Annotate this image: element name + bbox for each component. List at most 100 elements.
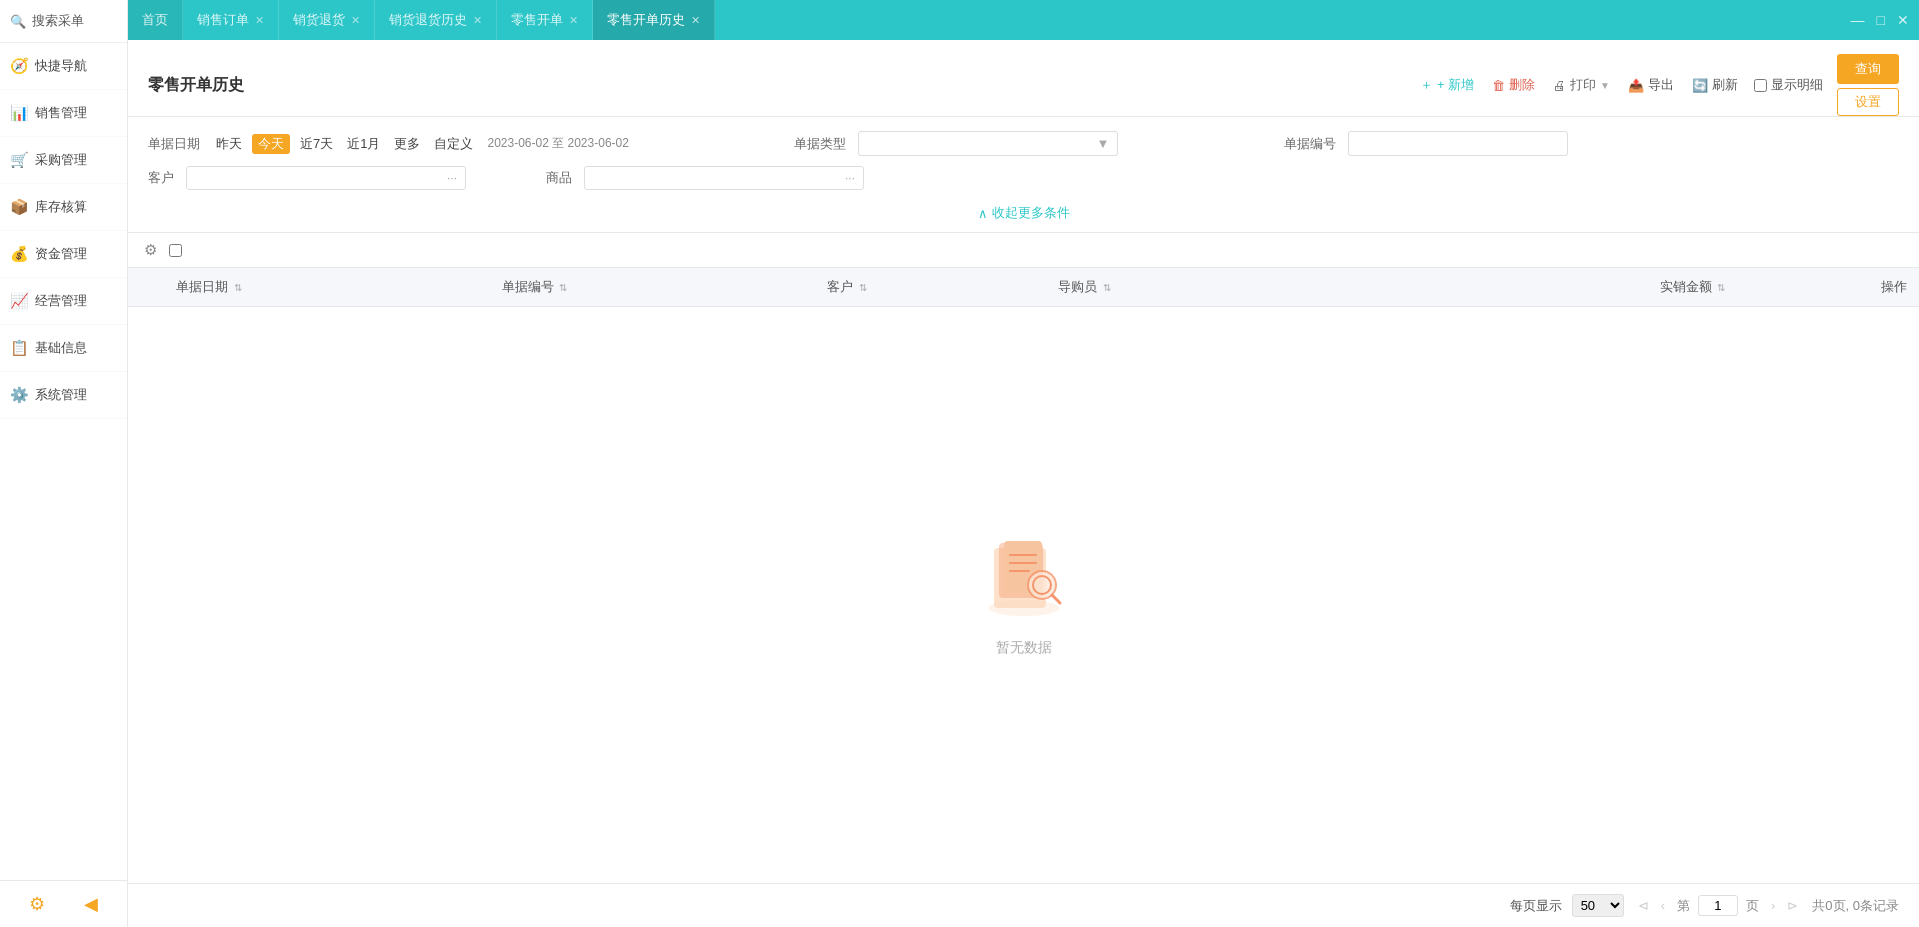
tab-retail-open[interactable]: 零售开单 ✕ <box>497 0 593 40</box>
table-header-row: 单据日期 ⇅ 单据编号 ⇅ 客户 ⇅ 导购员 ⇅ <box>128 268 1919 307</box>
delete-icon: 🗑 <box>1492 78 1505 93</box>
collapse-button[interactable]: ∧ 收起更多条件 <box>978 204 1070 222</box>
sidebar-item-sales-mgmt[interactable]: 📊 销售管理 <box>0 90 127 137</box>
top-nav: 首页 销售订单 ✕ 销货退货 ✕ 销货退货历史 ✕ 零售开单 ✕ 零售开单历史 … <box>128 0 1919 40</box>
refresh-icon: 🔄 <box>1692 78 1708 93</box>
page-last[interactable]: ⊳ <box>1783 896 1802 915</box>
add-button[interactable]: ＋ + 新增 <box>1418 72 1476 98</box>
delete-button[interactable]: 🗑 删除 <box>1490 72 1537 98</box>
basic-info-icon: 📋 <box>10 339 29 357</box>
window-controls: — □ ✕ <box>1851 12 1919 28</box>
product-select[interactable]: ··· <box>584 166 864 190</box>
customer-select[interactable]: ··· <box>186 166 466 190</box>
sidebar-search[interactable]: 🔍 搜索采单 <box>0 0 127 43</box>
setting-button[interactable]: 设置 <box>1837 88 1899 116</box>
col-no: 单据编号 ⇅ <box>490 268 816 307</box>
date-opt-yesterday[interactable]: 昨天 <box>212 134 246 154</box>
page-label-post: 页 <box>1742 895 1763 917</box>
sidebar-item-finance[interactable]: 💰 资金管理 <box>0 231 127 278</box>
col-salesperson: 导购员 ⇅ <box>1046 268 1324 307</box>
date-opt-today[interactable]: 今天 <box>252 134 290 154</box>
page-next[interactable]: › <box>1767 896 1779 915</box>
sidebar-label-inventory: 库存核算 <box>35 198 87 216</box>
delete-label: 删除 <box>1509 76 1535 94</box>
customer-ellipsis: ··· <box>447 171 457 185</box>
print-button[interactable]: 🖨 打印 ▼ <box>1551 72 1612 98</box>
sidebar-item-operations[interactable]: 📈 经营管理 <box>0 278 127 325</box>
date-opt-more[interactable]: 更多 <box>390 134 424 154</box>
data-table: 单据日期 ⇅ 单据编号 ⇅ 客户 ⇅ 导购员 ⇅ <box>128 268 1919 307</box>
export-button[interactable]: 📤 导出 <box>1626 72 1676 98</box>
add-label: + 新增 <box>1437 76 1474 94</box>
window-minimize[interactable]: — <box>1851 12 1865 28</box>
window-maximize[interactable]: □ <box>1877 12 1885 28</box>
sidebar-item-inventory[interactable]: 📦 库存核算 <box>0 184 127 231</box>
settings-gear-icon[interactable]: ⚙ <box>29 893 45 915</box>
page-prev[interactable]: ‹ <box>1657 896 1669 915</box>
page-label-pre: 第 <box>1673 895 1694 917</box>
sidebar-item-sys-mgmt[interactable]: ⚙️ 系统管理 <box>0 372 127 419</box>
sidebar-search-label: 搜索采单 <box>32 12 84 30</box>
col-no-sort[interactable]: ⇅ <box>559 282 567 293</box>
total-text: 共0页, 0条记录 <box>1812 897 1899 915</box>
col-salesperson-sort[interactable]: ⇅ <box>1103 282 1111 293</box>
tab-sales-return-label: 销货退货 <box>293 11 345 29</box>
bill-no-input[interactable] <box>1348 131 1568 156</box>
page-input[interactable] <box>1698 895 1738 916</box>
sidebar-item-quick-nav[interactable]: 🧭 快捷导航 <box>0 43 127 90</box>
date-range: 2023-06-02 至 2023-06-02 <box>487 135 628 152</box>
add-icon: ＋ <box>1420 76 1433 94</box>
show-detail-label: 显示明细 <box>1771 76 1823 94</box>
page-first[interactable]: ⊲ <box>1634 896 1653 915</box>
tab-sales-order[interactable]: 销售订单 ✕ <box>183 0 279 40</box>
inventory-icon: 📦 <box>10 198 29 216</box>
tab-retail-open-history[interactable]: 零售开单历史 ✕ <box>593 0 715 40</box>
refresh-button[interactable]: 🔄 刷新 <box>1690 72 1740 98</box>
show-detail-input[interactable] <box>1754 79 1767 92</box>
date-opt-last1month[interactable]: 近1月 <box>343 134 384 154</box>
tab-retail-open-history-close[interactable]: ✕ <box>691 14 700 27</box>
tab-home[interactable]: 首页 <box>128 0 183 40</box>
tab-sales-return[interactable]: 销货退货 ✕ <box>279 0 375 40</box>
table-area: ⚙ 单据日期 ⇅ 单据编号 ⇅ <box>128 233 1919 883</box>
tab-retail-open-close[interactable]: ✕ <box>569 14 578 27</box>
tab-retail-open-label: 零售开单 <box>511 11 563 29</box>
table-select-all[interactable] <box>169 244 182 257</box>
date-opt-custom[interactable]: 自定义 <box>430 134 477 154</box>
per-page-label: 每页显示 <box>1510 897 1562 915</box>
per-page-select[interactable]: 50 10 20 100 <box>1572 894 1624 917</box>
table-gear-icon[interactable]: ⚙ <box>144 241 157 259</box>
tab-sales-order-close[interactable]: ✕ <box>255 14 264 27</box>
col-date-sort[interactable]: ⇅ <box>234 282 242 293</box>
tab-sales-return-history-label: 销货退货历史 <box>389 11 467 29</box>
sidebar-item-purchase-mgmt[interactable]: 🛒 采购管理 <box>0 137 127 184</box>
empty-text: 暂无数据 <box>996 639 1052 657</box>
bill-type-dropdown-icon: ▼ <box>1097 136 1110 151</box>
date-opt-last7[interactable]: 近7天 <box>296 134 337 154</box>
col-customer-sort[interactable]: ⇅ <box>859 282 867 293</box>
page-header: 零售开单历史 ＋ + 新增 🗑 删除 🖨 打印 ▼ 📤 导出 <box>128 40 1919 117</box>
show-detail-checkbox[interactable]: 显示明细 <box>1754 76 1823 94</box>
product-ellipsis: ··· <box>845 171 855 185</box>
export-label: 导出 <box>1648 76 1674 94</box>
purchase-mgmt-icon: 🛒 <box>10 151 29 169</box>
tab-sales-return-history-close[interactable]: ✕ <box>473 14 482 27</box>
bill-type-select[interactable]: ▼ <box>858 131 1118 156</box>
bill-no-label: 单据编号 <box>1284 135 1336 153</box>
page-title: 零售开单历史 <box>148 75 244 96</box>
query-button[interactable]: 查询 <box>1837 54 1899 84</box>
collapse-sidebar-icon[interactable]: ◀ <box>84 893 98 915</box>
sidebar-item-basic-info[interactable]: 📋 基础信息 <box>0 325 127 372</box>
empty-state: 暂无数据 <box>128 307 1919 883</box>
tab-sales-return-history[interactable]: 销货退货历史 ✕ <box>375 0 497 40</box>
col-no-label: 单据编号 <box>502 279 554 294</box>
operations-icon: 📈 <box>10 292 29 310</box>
empty-icon <box>974 533 1074 623</box>
sys-mgmt-icon: ⚙️ <box>10 386 29 404</box>
col-amount-sort[interactable]: ⇅ <box>1717 282 1725 293</box>
tab-sales-return-close[interactable]: ✕ <box>351 14 360 27</box>
sidebar-label-finance: 资金管理 <box>35 245 87 263</box>
window-close[interactable]: ✕ <box>1897 12 1909 28</box>
search-icon: 🔍 <box>10 14 26 29</box>
tab-home-label: 首页 <box>142 11 168 29</box>
